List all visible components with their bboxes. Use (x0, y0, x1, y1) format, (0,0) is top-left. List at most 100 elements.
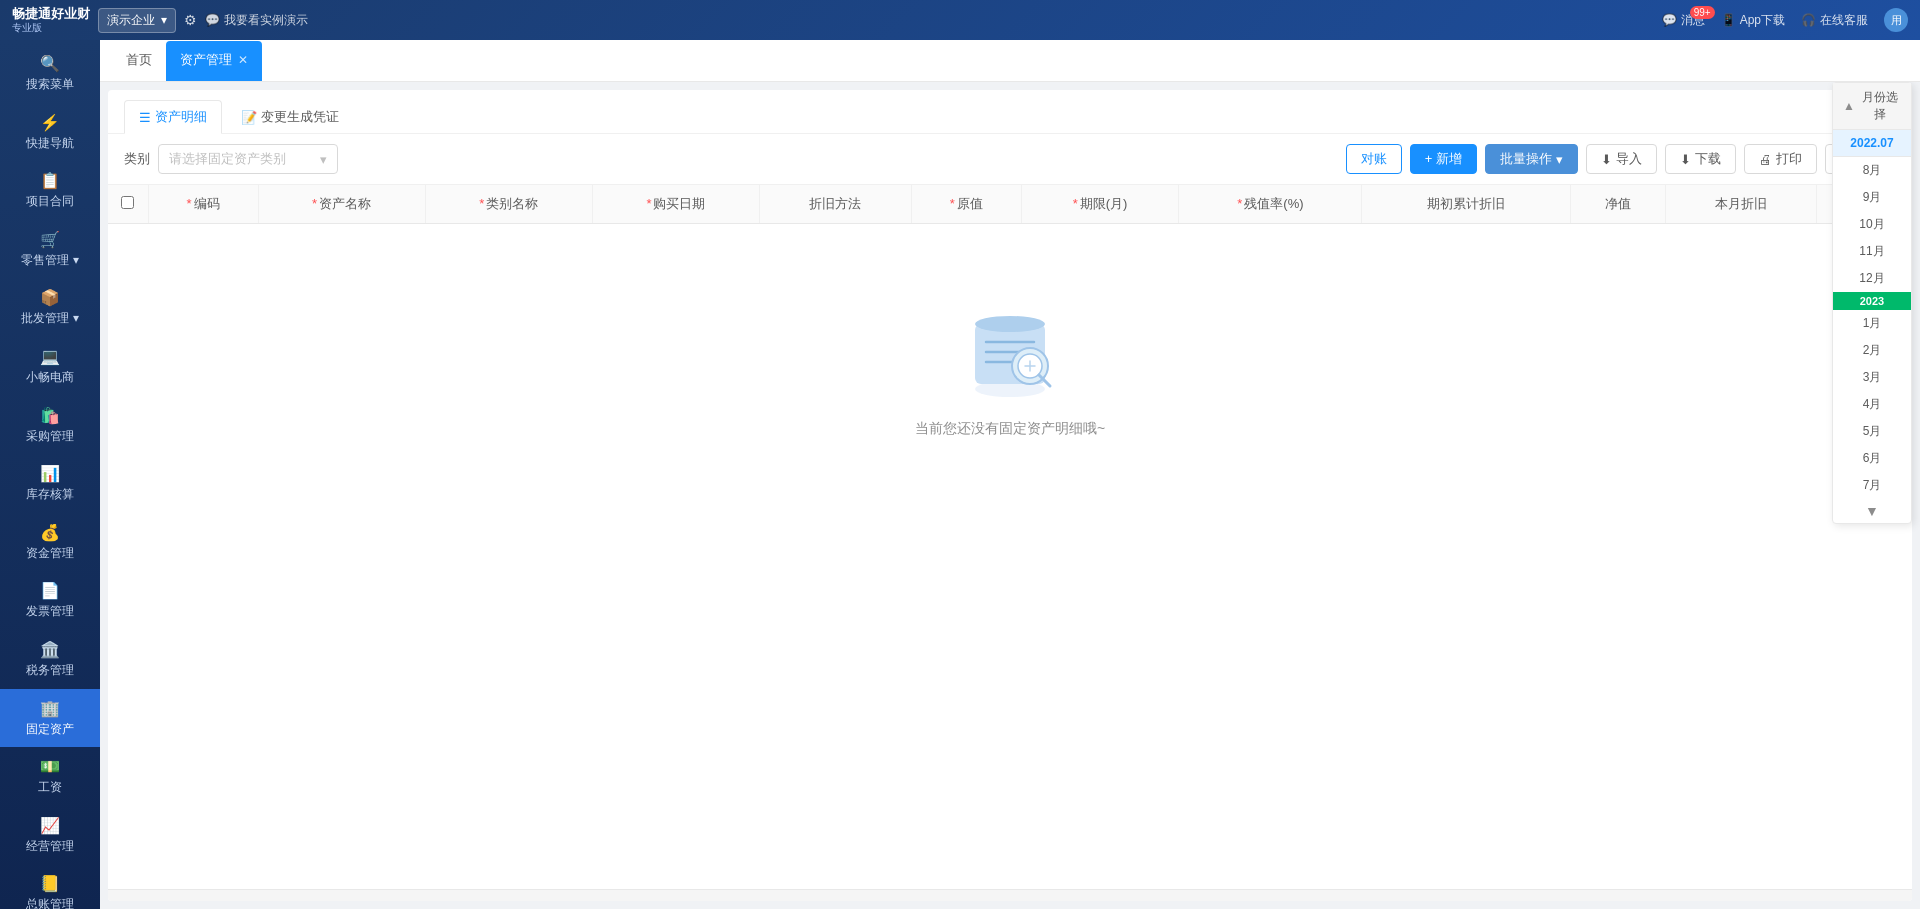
asset-table: *编码 *资产名称 *类别名称 *购买日期 折旧方法 *原值 *期限(月) *残… (108, 185, 1912, 224)
voucher-icon: 📝 (241, 110, 257, 125)
top-bar-right: 💬 消息 99+ 📱 App下载 🎧 在线客服 用 (1662, 8, 1908, 32)
tab-asset-management[interactable]: 资产管理 ✕ (166, 41, 262, 81)
sidebar-item-purchase[interactable]: 🛍️ 采购管理 (0, 396, 100, 455)
sidebar-item-fixed-assets[interactable]: 🏢 固定资产 (0, 689, 100, 748)
toolbar-left: 类别 请选择固定资产类别 ▾ (124, 144, 338, 174)
th-accumulated-depreciation: 期初累计折旧 (1362, 185, 1571, 224)
months-2023-list: 1月 2月 3月 4月 5月 6月 7月 (1833, 310, 1911, 499)
inventory-icon: 📊 (40, 464, 60, 483)
top-bar: 畅捷通好业财 专业版 演示企业 ▾ ⚙ 💬 我要看实例演示 💬 消息 99+ 📱… (0, 0, 1920, 40)
select-all-checkbox-header[interactable] (108, 185, 148, 224)
sidebar-label-purchase: 采购管理 (26, 429, 74, 445)
page-content: ☰ 资产明细 📝 变更生成凭证 类别 请选择固定资产类别 (100, 82, 1920, 909)
list-icon: ☰ (139, 110, 151, 125)
table-container[interactable]: *编码 *资产名称 *类别名称 *购买日期 折旧方法 *原值 *期限(月) *残… (108, 185, 1912, 889)
tab-bar: 首页 资产管理 ✕ (100, 40, 1920, 82)
category-select[interactable]: 请选择固定资产类别 ▾ (158, 144, 338, 174)
empty-illustration (950, 304, 1070, 404)
sub-tab-asset-detail[interactable]: ☰ 资产明细 (124, 100, 222, 134)
import-icon: ⬇ (1601, 152, 1612, 167)
sidebar-label-project: 项目合同 (26, 194, 74, 210)
sidebar-item-operations[interactable]: 📈 经营管理 (0, 806, 100, 865)
empty-state: 当前您还没有固定资产明细哦~ (108, 224, 1912, 518)
project-icon: 📋 (40, 171, 60, 190)
sidebar-label-retail: 零售管理 ▾ (21, 253, 78, 269)
sidebar-item-search[interactable]: 🔍 搜索菜单 (0, 44, 100, 103)
sidebar-item-quick-nav[interactable]: ⚡ 快捷导航 (0, 103, 100, 162)
sidebar-label-fixed-assets: 固定资产 (26, 722, 74, 738)
ledger-icon: 📒 (40, 874, 60, 893)
company-selector[interactable]: 演示企业 ▾ (98, 8, 176, 33)
print-label: 打印 (1776, 150, 1802, 168)
reconcile-button[interactable]: 对账 (1346, 144, 1402, 174)
th-period: *期限(月) (1021, 185, 1179, 224)
sidebar-item-invoice[interactable]: 📄 发票管理 (0, 571, 100, 630)
sidebar-item-wholesale[interactable]: 📦 批发管理 ▾ (0, 278, 100, 337)
tab-close-icon[interactable]: ✕ (238, 53, 248, 67)
demo-link[interactable]: 💬 我要看实例演示 (205, 12, 308, 29)
sidebar-item-retail[interactable]: 🛒 零售管理 ▾ (0, 220, 100, 279)
month-item-4[interactable]: 4月 (1833, 391, 1911, 418)
sidebar-label-invoice: 发票管理 (26, 604, 74, 620)
app-download-button[interactable]: 📱 App下载 (1721, 12, 1785, 29)
batch-ops-button[interactable]: 批量操作 ▾ (1485, 144, 1578, 174)
add-label: + 新增 (1425, 150, 1462, 168)
month-item-1[interactable]: 1月 (1833, 310, 1911, 337)
sub-tab-asset-detail-label: 资产明细 (155, 108, 207, 126)
chevron-down-icon: ▾ (161, 13, 167, 27)
import-button[interactable]: ⬇ 导入 (1586, 144, 1657, 174)
app-logo: 畅捷通好业财 专业版 (12, 6, 90, 34)
print-button[interactable]: 🖨 打印 (1744, 144, 1817, 174)
sidebar-item-tax[interactable]: 🏛️ 税务管理 (0, 630, 100, 689)
month-panel-header: ▲ 月份选择 (1833, 83, 1911, 130)
bottom-scroll-bar[interactable] (108, 889, 1912, 901)
sidebar-label-finance: 资金管理 (26, 546, 74, 562)
sidebar-item-project[interactable]: 📋 项目合同 (0, 161, 100, 220)
online-service-button[interactable]: 🎧 在线客服 (1801, 12, 1868, 29)
sidebar-item-salary[interactable]: 💵 工资 (0, 747, 100, 806)
main-panel: ☰ 资产明细 📝 变更生成凭证 类别 请选择固定资产类别 (108, 90, 1912, 901)
sidebar-label-quick-nav: 快捷导航 (26, 136, 74, 152)
sidebar-item-inventory[interactable]: 📊 库存核算 (0, 454, 100, 513)
table-header-row: *编码 *资产名称 *类别名称 *购买日期 折旧方法 *原值 *期限(月) *残… (108, 185, 1912, 224)
sidebar-item-finance[interactable]: 💰 资金管理 (0, 513, 100, 572)
th-purchase-date: *购买日期 (592, 185, 759, 224)
search-icon: 🔍 (40, 54, 60, 73)
quick-nav-icon: ⚡ (40, 113, 60, 132)
month-item-5[interactable]: 5月 (1833, 418, 1911, 445)
tab-asset-management-label: 资产管理 (180, 51, 232, 69)
category-filter: 类别 请选择固定资产类别 ▾ (124, 144, 338, 174)
month-item-11[interactable]: 11月 (1833, 238, 1911, 265)
sub-tab-change-voucher[interactable]: 📝 变更生成凭证 (226, 100, 354, 133)
svg-point-2 (975, 316, 1045, 332)
download-button[interactable]: ⬇ 下载 (1665, 144, 1736, 174)
th-residual-rate: *残值率(%) (1179, 185, 1362, 224)
month-item-3[interactable]: 3月 (1833, 364, 1911, 391)
select-arrow-icon: ▾ (320, 152, 327, 167)
batch-dropdown-icon: ▾ (1556, 152, 1563, 167)
sidebar-label-ledger: 总账管理 (26, 897, 74, 909)
month-item-2[interactable]: 2月 (1833, 337, 1911, 364)
sidebar-item-ecommerce[interactable]: 💻 小畅电商 (0, 337, 100, 396)
month-item-12[interactable]: 12月 (1833, 265, 1911, 292)
add-button[interactable]: + 新增 (1410, 144, 1477, 174)
current-year-month[interactable]: 2022.07 (1833, 130, 1911, 157)
operations-icon: 📈 (40, 816, 60, 835)
user-avatar[interactable]: 用 (1884, 8, 1908, 32)
tab-home-label: 首页 (126, 51, 152, 69)
select-all-checkbox[interactable] (121, 196, 134, 209)
reconcile-label: 对账 (1361, 150, 1387, 168)
message-button[interactable]: 💬 消息 99+ (1662, 12, 1705, 29)
month-item-10[interactable]: 10月 (1833, 211, 1911, 238)
month-item-7[interactable]: 7月 (1833, 472, 1911, 499)
month-panel: ▲ 月份选择 2022.07 8月 9月 10月 11月 12月 2023 1月… (1832, 82, 1912, 524)
month-nav-up-button[interactable]: ▲ (1841, 99, 1857, 113)
month-item-8[interactable]: 8月 (1833, 157, 1911, 184)
settings-button[interactable]: ⚙ (184, 12, 197, 28)
sidebar-item-ledger[interactable]: 📒 总账管理 (0, 864, 100, 909)
th-original-value: *原值 (911, 185, 1021, 224)
month-item-6[interactable]: 6月 (1833, 445, 1911, 472)
month-nav-down-button[interactable]: ▼ (1833, 499, 1911, 523)
month-item-9[interactable]: 9月 (1833, 184, 1911, 211)
tab-home[interactable]: 首页 (112, 41, 166, 81)
